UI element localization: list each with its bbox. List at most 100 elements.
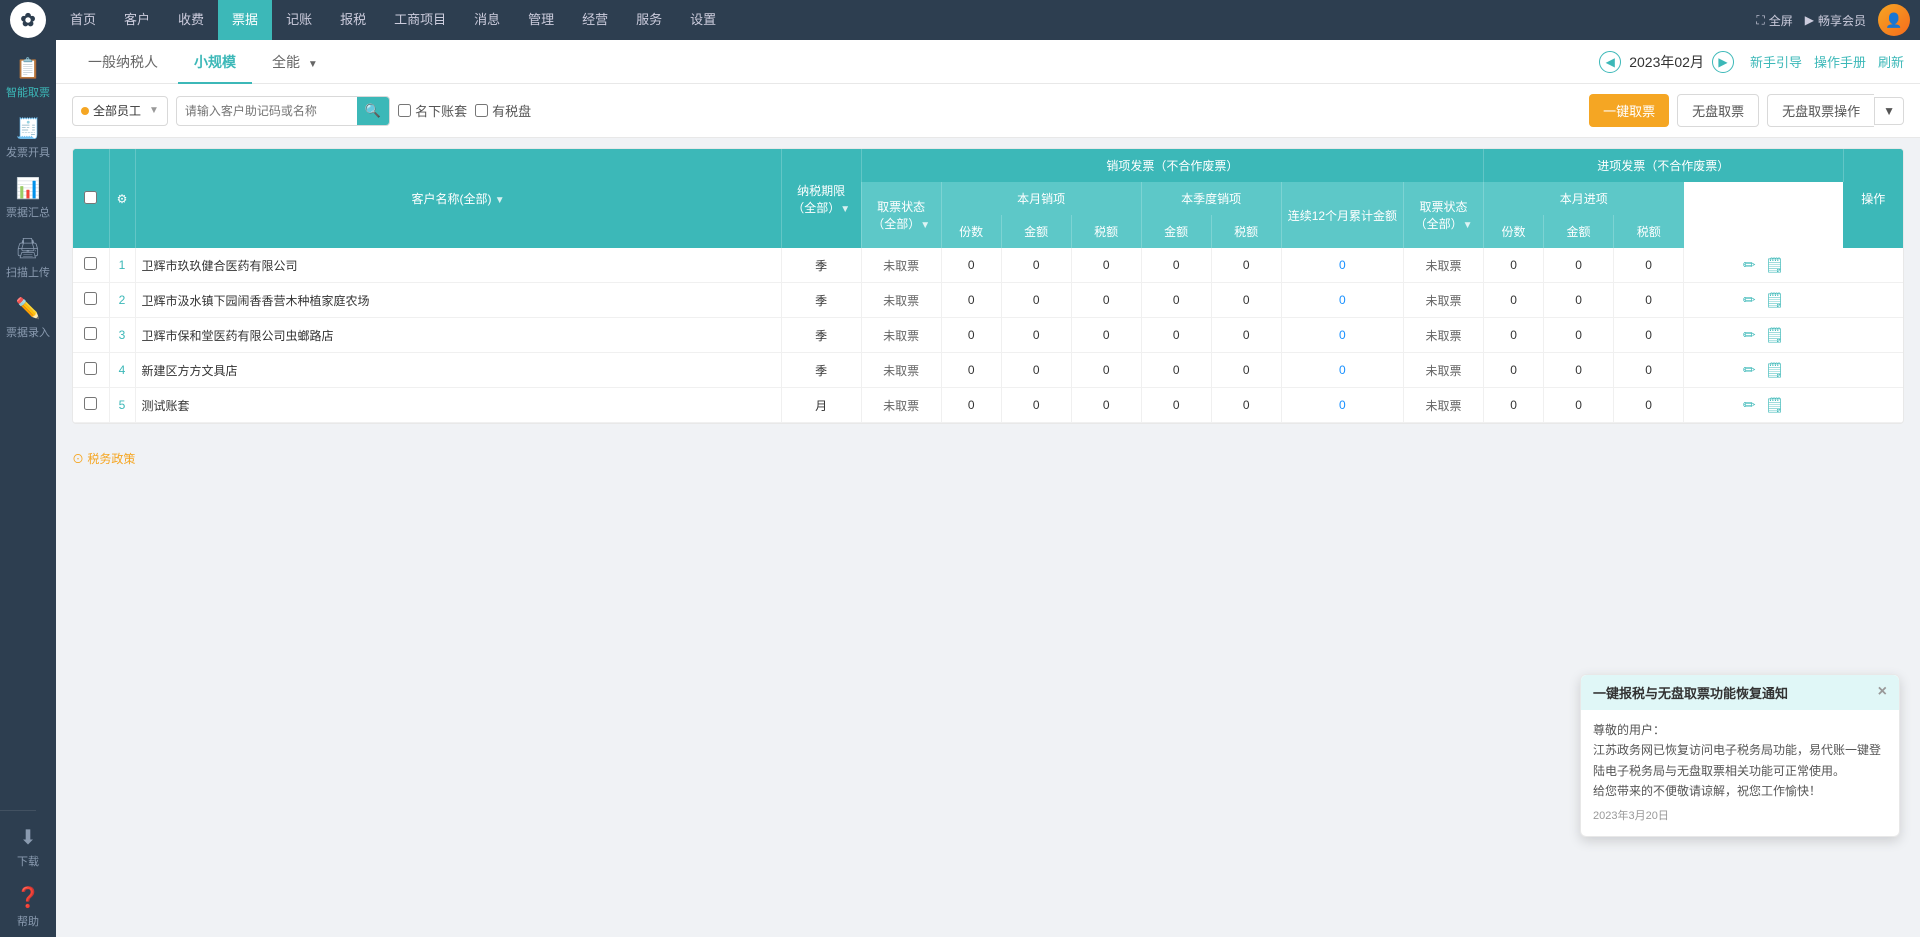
nav-operation[interactable]: 经营 — [568, 0, 622, 40]
prev-month-button[interactable]: ◀ — [1599, 51, 1621, 73]
checkbox-own-accounts-label: 名下账套 — [415, 101, 467, 120]
row-actions: ✏ 🗒 — [1684, 388, 1843, 423]
fullscreen-button[interactable]: ⛶ 全屏 — [1756, 12, 1792, 29]
edit-action-icon[interactable]: ✏ — [1743, 362, 1756, 379]
guide-button[interactable]: 新手引导 — [1750, 52, 1802, 71]
th-tax-period: 纳税期限（全部）▼ — [781, 149, 861, 248]
view-action-icon[interactable]: 🗒 — [1765, 292, 1784, 309]
employee-filter[interactable]: 全部员工 ▼ — [72, 96, 168, 126]
row-seq: 3 — [109, 318, 135, 353]
next-month-button[interactable]: ▶ — [1712, 51, 1734, 73]
manual-button[interactable]: 操作手册 — [1814, 52, 1866, 71]
sales-12month-link[interactable]: 0 — [1339, 328, 1346, 342]
sidebar-item-invoice-summary[interactable]: 📊 票据汇总 — [0, 168, 56, 228]
nav-settings[interactable]: 设置 — [676, 0, 730, 40]
no-disk-ops-arrow[interactable]: ▼ — [1874, 97, 1904, 125]
tab-general-taxpayer[interactable]: 一般纳税人 — [72, 40, 174, 84]
th-sales-month-amount: 金额 — [1001, 215, 1071, 248]
current-month: 2023年02月 — [1629, 52, 1704, 72]
nav-manage[interactable]: 管理 — [514, 0, 568, 40]
no-disk-ticket-button[interactable]: 无盘取票 — [1677, 94, 1759, 127]
sidebar-item-smart-ticket[interactable]: 📋 智能取票 — [0, 48, 56, 108]
nav-bookkeeping[interactable]: 记账 — [272, 0, 326, 40]
user-avatar[interactable]: 👤 — [1878, 4, 1910, 36]
table-row: 2 卫辉市汲水镇下园闹香香营木种植家庭农场 季 未取票 0 0 0 0 0 0 … — [73, 283, 1903, 318]
nav-customer[interactable]: 客户 — [110, 0, 164, 40]
nav-fee[interactable]: 收费 — [164, 0, 218, 40]
th-filter-sales-status[interactable]: ▼ — [920, 220, 930, 231]
edit-action-icon[interactable]: ✏ — [1743, 292, 1756, 309]
filter-dot — [81, 107, 89, 115]
nav-home[interactable]: 首页 — [56, 0, 110, 40]
sub-tabs-right: ◀ 2023年02月 ▶ 新手引导 操作手册 刷新 — [1599, 51, 1904, 73]
edit-action-icon[interactable]: ✏ — [1743, 397, 1756, 414]
row-checkbox-cell — [73, 248, 109, 283]
row-sales-month-tax: 0 — [1071, 283, 1141, 318]
nav-invoice[interactable]: 票据 — [218, 0, 272, 40]
row-sales-quarter-amount: 0 — [1141, 248, 1211, 283]
checkbox-own-accounts-input[interactable] — [398, 104, 411, 117]
nav-service[interactable]: 服务 — [622, 0, 676, 40]
row-purchase-month-tax: 0 — [1614, 248, 1684, 283]
row-purchase-month-amount: 0 — [1544, 318, 1614, 353]
th-filter-customer[interactable]: ▼ — [495, 195, 505, 206]
row-checkbox-cell — [73, 318, 109, 353]
th-sales-month-tax: 税额 — [1071, 215, 1141, 248]
row-checkbox[interactable] — [84, 292, 97, 305]
sidebar-item-invoice-open[interactable]: 🧾 发票开具 — [0, 108, 56, 168]
nav-message[interactable]: 消息 — [460, 0, 514, 40]
row-period: 季 — [781, 248, 861, 283]
row-purchase-month-amount: 0 — [1544, 248, 1614, 283]
sales-12month-link[interactable]: 0 — [1339, 363, 1346, 377]
member-button[interactable]: ▶ 畅享会员 — [1805, 12, 1866, 29]
nav-tax[interactable]: 报税 — [326, 0, 380, 40]
view-action-icon[interactable]: 🗒 — [1765, 257, 1784, 274]
settings-icon[interactable]: ⚙ — [117, 192, 128, 206]
row-sales-quarter-amount: 0 — [1141, 388, 1211, 423]
table-row: 4 新建区方方文具店 季 未取票 0 0 0 0 0 0 未取票 0 0 0 ✏… — [73, 353, 1903, 388]
row-sales-status: 未取票 — [861, 353, 941, 388]
view-action-icon[interactable]: 🗒 — [1765, 362, 1784, 379]
row-purchase-month-amount: 0 — [1544, 388, 1614, 423]
no-disk-ops-button[interactable]: 无盘取票操作 — [1767, 94, 1874, 127]
checkbox-has-tax-disk[interactable]: 有税盘 — [475, 101, 531, 120]
sidebar-item-scan-upload[interactable]: 🖨 扫描上传 — [0, 228, 56, 288]
tax-policy-link[interactable]: ⊙ 税务政策 — [72, 452, 135, 466]
sales-12month-link[interactable]: 0 — [1339, 258, 1346, 272]
th-checkbox — [73, 149, 109, 248]
sidebar-item-invoice-entry[interactable]: ✏️ 票据录入 — [0, 288, 56, 348]
th-filter-period[interactable]: ▼ — [840, 204, 850, 215]
th-purchase-month-tax: 税额 — [1614, 215, 1684, 248]
row-seq: 1 — [109, 248, 135, 283]
th-sales-12month: 连续12个月累计金额 — [1281, 182, 1403, 248]
th-filter-purchase-status[interactable]: ▼ — [1463, 220, 1473, 231]
sidebar-item-download[interactable]: ⬇ 下载 — [0, 817, 56, 877]
view-action-icon[interactable]: 🗒 — [1765, 327, 1784, 344]
notification-text: 江苏政务网已恢复访问电子税务局功能，易代账一键登陆电子税务局与无盘取票相关功能可… — [1593, 740, 1887, 781]
row-name: 新建区方方文具店 — [135, 353, 781, 388]
tab-small-scale[interactable]: 小规模 — [178, 40, 252, 84]
row-checkbox[interactable] — [84, 397, 97, 410]
sales-12month-link[interactable]: 0 — [1339, 398, 1346, 412]
tab-all[interactable]: 全能 ▼ — [256, 40, 334, 84]
view-action-icon[interactable]: 🗒 — [1765, 397, 1784, 414]
sales-12month-link[interactable]: 0 — [1339, 293, 1346, 307]
checkbox-own-accounts[interactable]: 名下账套 — [398, 101, 467, 120]
notification-close-button[interactable]: × — [1878, 683, 1887, 701]
one-key-ticket-button[interactable]: 一键取票 — [1589, 94, 1669, 127]
edit-action-icon[interactable]: ✏ — [1743, 327, 1756, 344]
row-checkbox[interactable] — [84, 362, 97, 375]
search-input[interactable] — [177, 104, 357, 118]
sidebar-item-help[interactable]: ❓ 帮助 — [0, 877, 56, 937]
row-sales-quarter-amount: 0 — [1141, 283, 1211, 318]
row-checkbox[interactable] — [84, 327, 97, 340]
checkbox-has-tax-disk-input[interactable] — [475, 104, 488, 117]
edit-action-icon[interactable]: ✏ — [1743, 257, 1756, 274]
row-sales-quarter-tax: 0 — [1211, 388, 1281, 423]
refresh-button[interactable]: 刷新 — [1878, 52, 1904, 71]
select-all-checkbox[interactable] — [84, 191, 97, 204]
nav-business[interactable]: 工商项目 — [380, 0, 460, 40]
row-purchase-month-tax: 0 — [1614, 318, 1684, 353]
row-checkbox[interactable] — [84, 257, 97, 270]
search-button[interactable]: 🔍 — [357, 96, 389, 126]
